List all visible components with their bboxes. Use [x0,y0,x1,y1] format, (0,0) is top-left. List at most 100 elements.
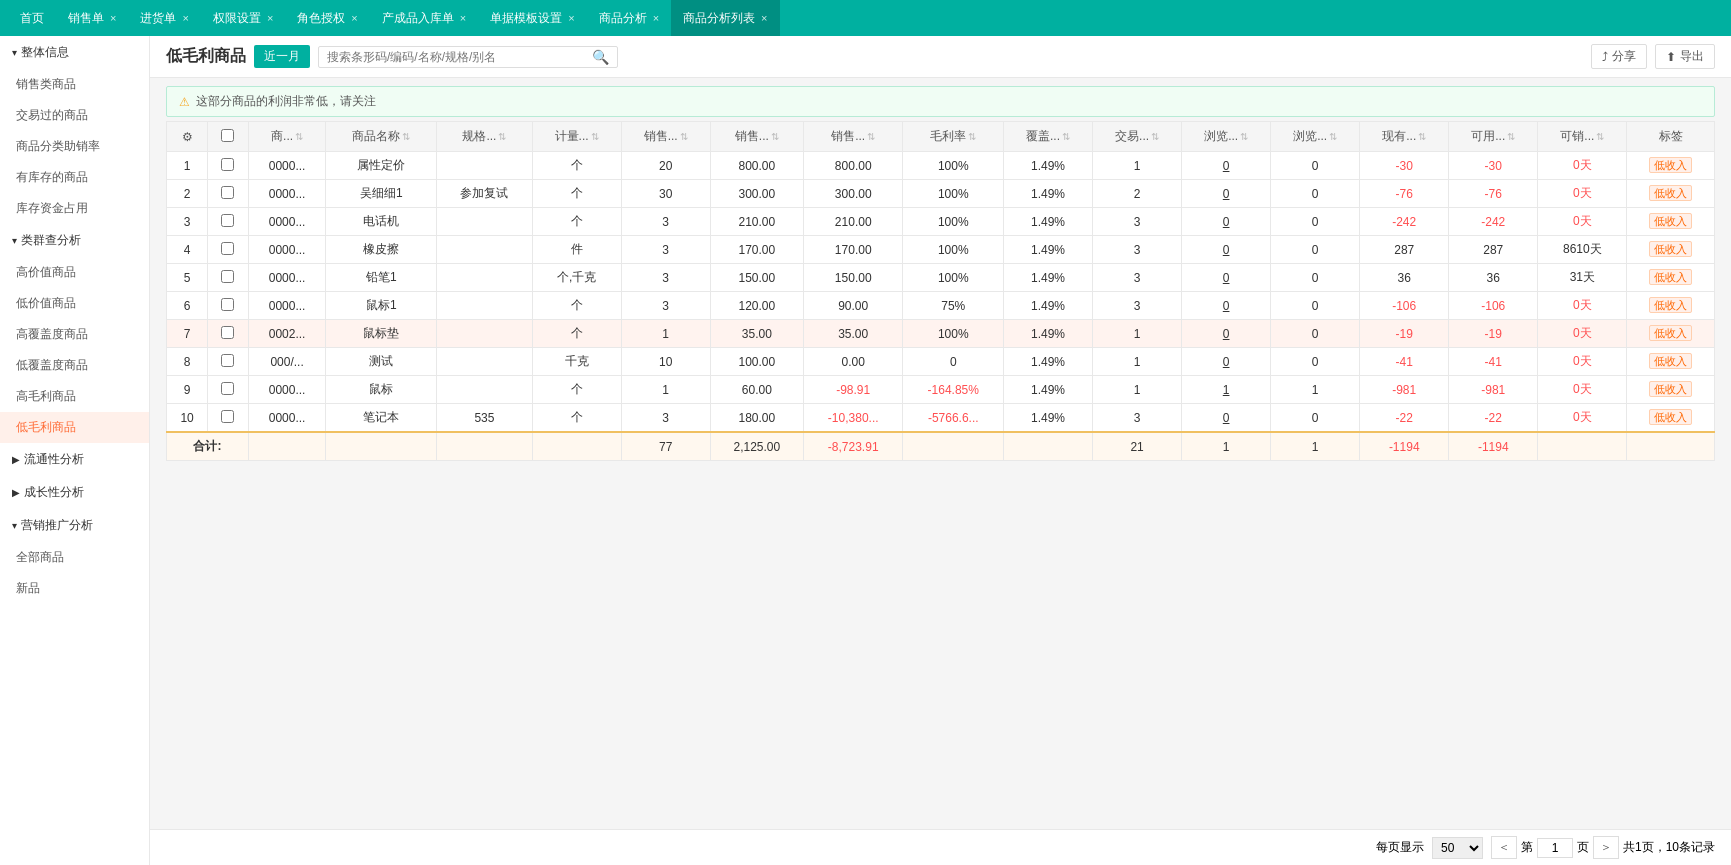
row-browse1[interactable]: 0 [1182,208,1271,236]
row-select-checkbox[interactable] [221,410,234,423]
next-page-button[interactable]: ＞ [1593,836,1619,859]
export-button[interactable]: ⬆ 导出 [1655,44,1715,69]
nav-home[interactable]: 首页 [8,0,56,36]
col-coverage[interactable]: 覆盖...⇅ [1004,122,1093,152]
sidebar-item-low-coverage[interactable]: 低覆盖度商品 [0,350,149,381]
row-stock: -106 [1360,292,1449,320]
close-icon[interactable]: × [761,12,767,24]
nav-product-analysis[interactable]: 商品分析 × [587,0,671,36]
per-page-select[interactable]: 50 100 200 [1432,837,1483,859]
row-code: 0000... [248,264,326,292]
row-browse1[interactable]: 0 [1182,180,1271,208]
col-unit[interactable]: 计量...⇅ [532,122,621,152]
col-browse2[interactable]: 浏览...⇅ [1271,122,1360,152]
close-icon[interactable]: × [267,12,273,24]
prev-page-button[interactable]: ＜ [1491,836,1517,859]
row-checkbox[interactable] [208,180,249,208]
row-checkbox[interactable] [208,320,249,348]
col-avail[interactable]: 可用...⇅ [1449,122,1538,152]
close-icon[interactable]: × [110,12,116,24]
date-filter-button[interactable]: 近一月 [254,45,310,68]
close-icon[interactable]: × [351,12,357,24]
close-icon[interactable]: × [568,12,574,24]
nav-role-auth[interactable]: 角色授权 × [285,0,369,36]
col-name[interactable]: 商品名称⇅ [326,122,437,152]
sidebar-item-low-gross[interactable]: 低毛利商品 [0,412,149,443]
row-checkbox[interactable] [208,348,249,376]
col-sale-amt2[interactable]: 销售...⇅ [803,122,903,152]
row-checkbox[interactable] [208,404,249,433]
row-browse1[interactable]: 0 [1182,348,1271,376]
share-button[interactable]: ⤴ 分享 [1591,44,1647,69]
row-select-checkbox[interactable] [221,354,234,367]
page-input[interactable] [1537,838,1573,858]
nav-purchase[interactable]: 进货单 × [128,0,200,36]
col-sale-qty[interactable]: 销售...⇅ [621,122,710,152]
row-checkbox[interactable] [208,292,249,320]
row-checkbox[interactable] [208,208,249,236]
row-sale-qty: 1 [621,376,710,404]
close-icon[interactable]: × [653,12,659,24]
sidebar-item-new-products[interactable]: 新品 [0,573,149,604]
nav-product-analysis-list[interactable]: 商品分析列表 × [671,0,779,36]
col-browse1[interactable]: 浏览...⇅ [1182,122,1271,152]
sidebar-group-circulation[interactable]: ▶ 流通性分析 [0,443,149,476]
row-checkbox[interactable] [208,376,249,404]
select-all-checkbox[interactable] [221,129,234,142]
sidebar-item-high-value[interactable]: 高价值商品 [0,257,149,288]
row-avail: -41 [1449,348,1538,376]
row-browse1[interactable]: 0 [1182,236,1271,264]
row-select-checkbox[interactable] [221,214,234,227]
col-sale-amt1[interactable]: 销售...⇅ [710,122,803,152]
sidebar-item-sales-products[interactable]: 销售类商品 [0,69,149,100]
row-select-checkbox[interactable] [221,326,234,339]
sidebar-item-high-coverage[interactable]: 高覆盖度商品 [0,319,149,350]
row-select-checkbox[interactable] [221,298,234,311]
search-icon[interactable]: 🔍 [592,49,609,65]
row-browse1[interactable]: 0 [1182,264,1271,292]
row-select-checkbox[interactable] [221,242,234,255]
sidebar-item-low-value[interactable]: 低价值商品 [0,288,149,319]
sidebar-item-traded-products[interactable]: 交易过的商品 [0,100,149,131]
expand-icon: ▾ [12,235,17,246]
col-trade[interactable]: 交易...⇅ [1093,122,1182,152]
sidebar-group-overall[interactable]: ▾ 整体信息 [0,36,149,69]
col-gross-rate[interactable]: 毛利率⇅ [903,122,1004,152]
sidebar-group-growth[interactable]: ▶ 成长性分析 [0,476,149,509]
row-checkbox[interactable] [208,152,249,180]
nav-permissions[interactable]: 权限设置 × [201,0,285,36]
sidebar-item-high-gross[interactable]: 高毛利商品 [0,381,149,412]
row-browse1[interactable]: 0 [1182,292,1271,320]
col-tag[interactable]: 标签 [1627,122,1715,152]
row-select-checkbox[interactable] [221,382,234,395]
col-code[interactable]: 商...⇅ [248,122,326,152]
nav-product-entry[interactable]: 产成品入库单 × [370,0,478,36]
row-select-checkbox[interactable] [221,270,234,283]
sidebar-item-all-products[interactable]: 全部商品 [0,542,149,573]
col-settings[interactable]: ⚙ [167,122,208,152]
row-checkbox[interactable] [208,236,249,264]
nav-template[interactable]: 单据模板设置 × [478,0,586,36]
row-browse1[interactable]: 0 [1182,404,1271,433]
col-salable[interactable]: 可销...⇅ [1538,122,1627,152]
sidebar-group-class-analysis[interactable]: ▾ 类群查分析 [0,224,149,257]
sidebar-item-stock-products[interactable]: 有库存的商品 [0,162,149,193]
row-select-checkbox[interactable] [221,158,234,171]
sidebar-item-stock-capital[interactable]: 库存资金占用 [0,193,149,224]
row-checkbox[interactable] [208,264,249,292]
row-sale-amt1: 60.00 [710,376,803,404]
col-spec[interactable]: 规格...⇅ [437,122,532,152]
col-stock[interactable]: 现有...⇅ [1360,122,1449,152]
nav-sales[interactable]: 销售单 × [56,0,128,36]
col-checkbox[interactable] [208,122,249,152]
row-browse1[interactable]: 0 [1182,320,1271,348]
row-select-checkbox[interactable] [221,186,234,199]
sidebar-group-marketing[interactable]: ▾ 营销推广分析 [0,509,149,542]
close-icon[interactable]: × [182,12,188,24]
close-icon[interactable]: × [460,12,466,24]
search-input[interactable] [327,50,592,64]
row-browse1[interactable]: 0 [1182,152,1271,180]
sidebar-item-category-sales[interactable]: 商品分类助销率 [0,131,149,162]
row-browse1[interactable]: 1 [1182,376,1271,404]
row-trade: 1 [1093,348,1182,376]
